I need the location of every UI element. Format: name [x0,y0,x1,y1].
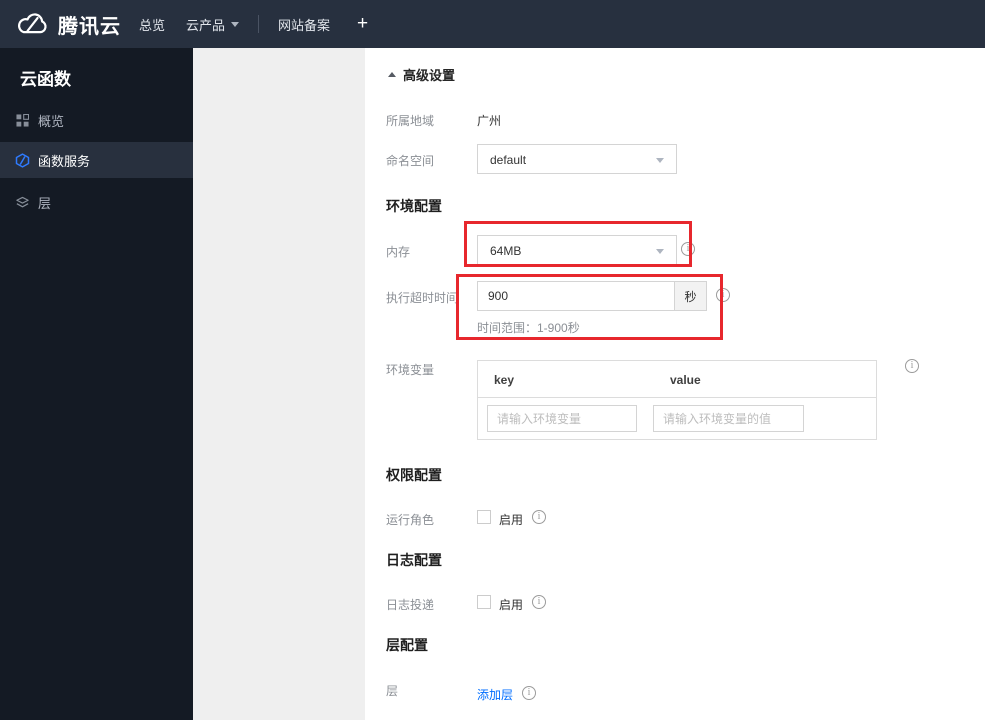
sidebar-title: 云函数 [20,70,71,89]
timeout-label: 执行超时时间 [386,291,459,305]
section-permission-config: 权限配置 [386,467,442,483]
section-log-config: 日志配置 [386,552,442,568]
sidebar-item-function-service[interactable]: 函数服务 [0,142,193,178]
region-value: 广州 [477,114,502,128]
envvars-info-icon[interactable] [905,359,919,373]
region-label: 所属地域 [386,114,435,128]
timeout-unit-addon: 秒 [674,281,707,311]
timeout-range-hint: 时间范围：1-900秒 [477,321,580,335]
collapsed-panel [193,48,365,720]
run-role-info-icon[interactable] [532,510,546,524]
envvar-value-input[interactable] [653,405,804,432]
brand-name: 腾讯云 [58,15,121,38]
topnav-overview[interactable]: 总览 [139,0,165,48]
scf-hexagon-icon [15,152,30,168]
topnav-products[interactable]: 云产品 [186,0,240,48]
sidebar: 云函数 概览 函数服务 层 [0,48,193,720]
namespace-label: 命名空间 [386,154,435,168]
timeout-info-icon[interactable] [716,288,730,302]
topbar: 腾讯云 总览 云产品 网站备案 + [0,0,985,48]
tencent-cloud-console: 腾讯云 总览 云产品 网站备案 + 云函数 概览 函数服务 层 高级设置 所属地… [0,0,985,720]
add-tab-button[interactable]: + [357,0,368,48]
layer-label: 层 [386,684,399,698]
topnav-divider [258,15,259,33]
sidebar-item-label: 层 [38,195,52,211]
sidebar-item-layers[interactable]: 层 [0,184,193,220]
run-role-enable-label: 启用 [499,513,524,527]
chevron-down-icon [231,21,240,27]
run-role-enable-checkbox[interactable] [477,510,491,524]
section-environment-config: 环境配置 [386,198,442,214]
topnav-products-label: 云产品 [186,17,226,33]
envvar-key-input[interactable] [487,405,637,432]
sidebar-item-label: 函数服务 [38,153,91,169]
namespace-selected-value: default [490,153,527,167]
envvars-value-header: value [670,373,701,387]
topnav-beian[interactable]: 网站备案 [278,0,330,48]
brand[interactable]: 腾讯云 [16,0,121,48]
log-delivery-enable-label: 启用 [499,598,524,612]
add-layer-link[interactable]: 添加层 [477,686,513,703]
chevron-down-icon [656,249,664,254]
advanced-settings-toggle[interactable]: 高级设置 [388,65,455,84]
timeout-input[interactable] [477,281,675,311]
tencent-cloud-logo-icon [16,11,49,37]
log-delivery-info-icon[interactable] [532,595,546,609]
envvars-input-row [478,398,876,439]
memory-info-icon[interactable] [681,242,695,256]
sidebar-item-label: 概览 [38,113,65,129]
grid-icon [15,113,30,128]
log-delivery-enable-checkbox[interactable] [477,595,491,609]
memory-label: 内存 [386,245,411,259]
log-delivery-label: 日志投递 [386,598,435,612]
run-role-label: 运行角色 [386,513,435,527]
advanced-settings-label: 高级设置 [403,68,456,83]
envvars-table: key value [477,360,877,440]
memory-select[interactable]: 64MB [477,235,677,265]
namespace-select[interactable]: default [477,144,677,174]
envvars-header-row: key value [478,361,876,398]
add-layer-info-icon[interactable] [522,686,536,700]
timeout-input-group: 秒 [477,281,707,311]
layers-icon [15,195,30,210]
chevron-down-icon [656,158,664,163]
section-layer-config: 层配置 [386,637,428,653]
memory-selected-value: 64MB [490,244,522,258]
sidebar-item-overview[interactable]: 概览 [0,104,193,136]
collapse-arrow-icon [388,72,396,77]
envvars-label: 环境变量 [386,363,435,377]
function-config-form: 高级设置 所属地域 广州 命名空间 default 环境配置 内存 64MB 执… [365,48,985,720]
envvars-key-header: key [494,373,515,387]
